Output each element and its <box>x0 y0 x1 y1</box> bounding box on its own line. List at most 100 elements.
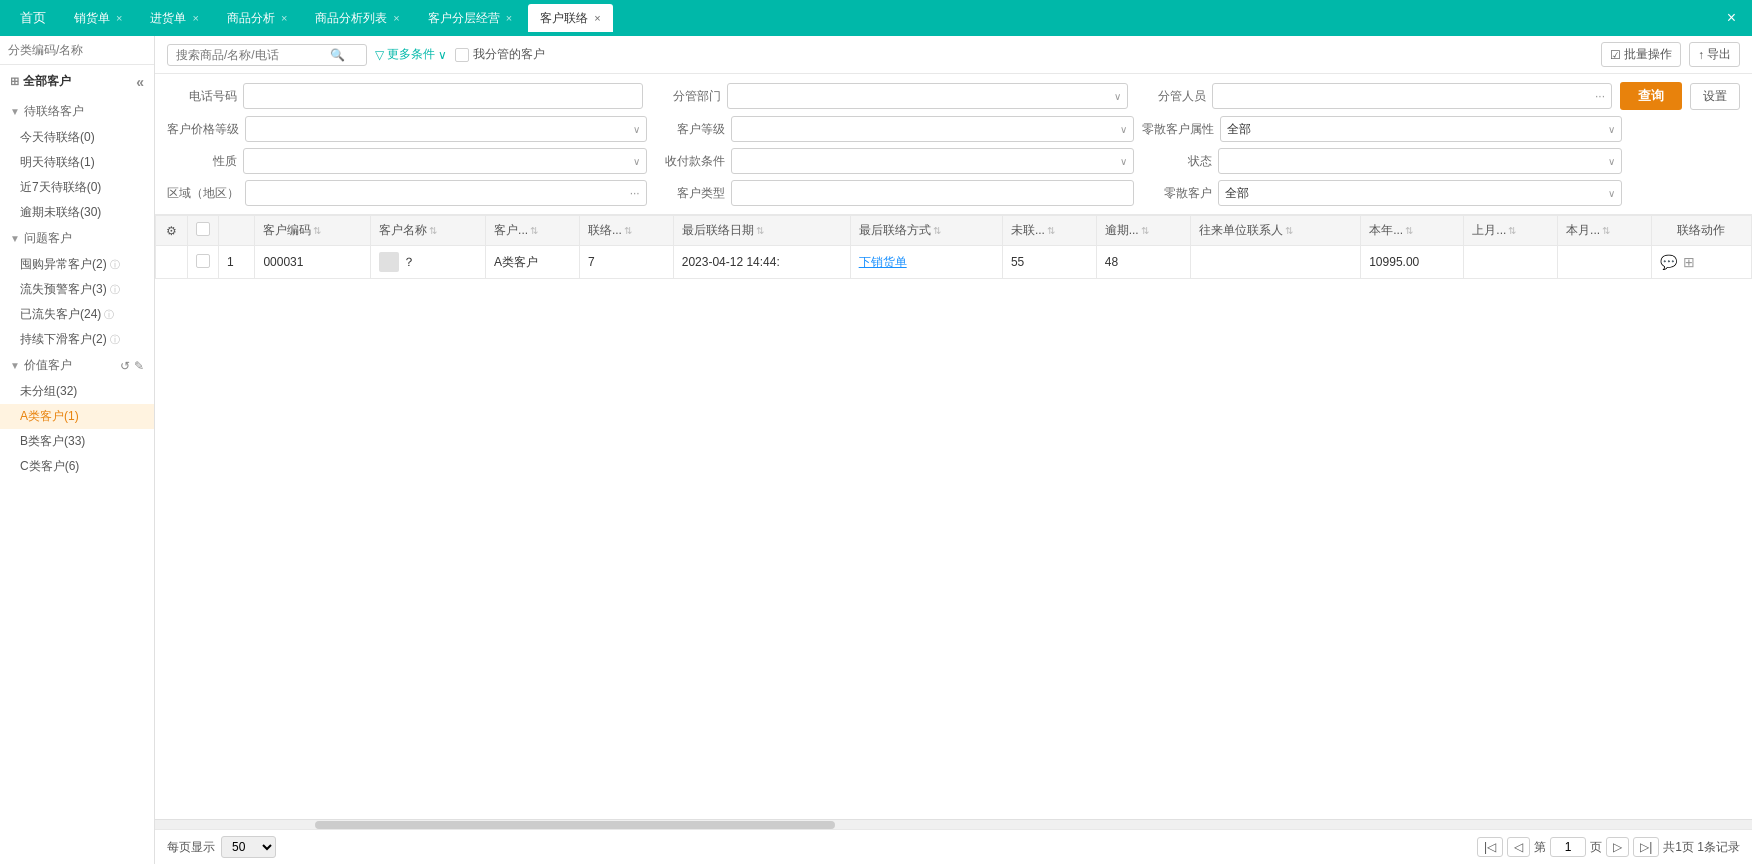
col-this-year[interactable]: 本年...⇅ <box>1361 216 1464 246</box>
grid-action-icon[interactable]: ⊞ <box>1683 254 1695 270</box>
nav-tab-customer-mgmt[interactable]: 客户分层经营 × <box>416 4 524 32</box>
filter-dept-select[interactable]: ∨ <box>727 83 1127 109</box>
retail-arrow-icon: ∨ <box>1608 188 1615 199</box>
per-page-label: 每页显示 <box>167 839 215 856</box>
nav-tab-customer-mgmt-close[interactable]: × <box>506 12 512 24</box>
filter-nature-select[interactable]: ∨ <box>243 148 647 174</box>
sidebar-search-input[interactable] <box>8 43 155 57</box>
nav-tab-purchase-close[interactable]: × <box>192 12 198 24</box>
col-name[interactable]: 客户名称⇅ <box>370 216 485 246</box>
edit-icon[interactable]: ✎ <box>134 359 144 373</box>
price-arrow-icon: ∨ <box>633 124 640 135</box>
nav-tab-purchase-label: 进货单 <box>150 10 186 27</box>
col-code[interactable]: 客户编码⇅ <box>255 216 370 246</box>
nav-tab-customer-contact[interactable]: 客户联络 × <box>528 4 612 32</box>
last-page-btn[interactable]: ▷| <box>1633 837 1659 857</box>
filter-customer-type-input[interactable] <box>731 180 1135 206</box>
nav-home[interactable]: 首页 <box>8 4 58 32</box>
filter-price-level-select[interactable]: ∨ <box>245 116 647 142</box>
cell-check[interactable] <box>188 246 219 279</box>
col-last-month[interactable]: 上月...⇅ <box>1464 216 1558 246</box>
cell-last-method[interactable]: 下销货单 <box>850 246 1002 279</box>
filter-customer-level-select[interactable]: ∨ <box>731 116 1135 142</box>
filter-status-select[interactable]: ∨ <box>1218 148 1622 174</box>
filter-region-select[interactable]: ··· <box>245 180 647 206</box>
adv-filter-row-4: 区域（地区） ··· 客户类型 零散客户 全部 ∨ <box>167 180 1740 206</box>
filter-payment: 收付款条件 ∨ <box>655 148 1135 174</box>
status-arrow-icon: ∨ <box>1608 156 1615 167</box>
export-button[interactable]: ↑ 导出 <box>1689 42 1740 67</box>
col-last-date[interactable]: 最后联络日期⇅ <box>673 216 850 246</box>
sidebar-item-unclassified[interactable]: 未分组(32) <box>0 379 154 404</box>
my-customer-checkbox[interactable] <box>455 48 469 62</box>
sidebar-section-problem[interactable]: ▼ 问题客户 <box>0 225 154 252</box>
col-contact[interactable]: 联络...⇅ <box>579 216 673 246</box>
my-customer-label: 我分管的客户 <box>473 46 545 63</box>
sidebar-item-class-a[interactable]: A类客户(1) <box>0 404 154 429</box>
filter-more-btn[interactable]: ▽ 更多条件 ∨ <box>375 46 447 63</box>
sidebar-item-declining[interactable]: 持续下滑客户(2) ⓘ <box>0 327 154 352</box>
sidebar-collapse-btn[interactable]: « <box>136 74 144 90</box>
page-number-input[interactable] <box>1550 837 1586 857</box>
filter-my-customer[interactable]: 我分管的客户 <box>455 46 545 63</box>
col-category[interactable]: 客户...⇅ <box>486 216 580 246</box>
uncontacted-sort-icon: ⇅ <box>1047 225 1055 236</box>
next-page-btn[interactable]: ▷ <box>1606 837 1629 857</box>
sidebar-item-churn-warning[interactable]: 流失预警客户(3) ⓘ <box>0 277 154 302</box>
filter-person-select[interactable]: ··· <box>1212 83 1612 109</box>
setting-button[interactable]: 设置 <box>1690 83 1740 110</box>
filter-phone-input[interactable] <box>243 83 643 109</box>
last-method-link[interactable]: 下销货单 <box>859 255 907 269</box>
col-overdue[interactable]: 逾期...⇅ <box>1096 216 1190 246</box>
nav-tab-purchase[interactable]: 进货单 × <box>138 4 210 32</box>
scrollbar-thumb[interactable] <box>315 821 835 829</box>
sidebar-item-class-b[interactable]: B类客户(33) <box>0 429 154 454</box>
message-icon[interactable]: 💬 <box>1660 254 1677 270</box>
filter-retail-attr-label: 零散客户属性 <box>1142 121 1214 138</box>
nav-tab-analysis[interactable]: 商品分析 × <box>215 4 299 32</box>
nav-tab-analysis-close[interactable]: × <box>281 12 287 24</box>
sidebar-section-value[interactable]: ▼ 价值客户 ↺ ✎ <box>0 352 154 379</box>
sidebar-item-tomorrow[interactable]: 明天待联络(1) <box>0 150 154 175</box>
filter-search-icon[interactable]: 🔍 <box>330 48 345 62</box>
nav-tab-sales[interactable]: 销货单 × <box>62 4 134 32</box>
per-page-select[interactable]: 50 100 200 <box>221 836 276 858</box>
sidebar-item-7days[interactable]: 近7天待联络(0) <box>0 175 154 200</box>
nav-tab-customer-contact-close[interactable]: × <box>594 12 600 24</box>
sidebar-all-header: ⊞ 全部客户 « <box>0 65 154 98</box>
filter-payment-select[interactable]: ∨ <box>731 148 1135 174</box>
query-button[interactable]: 查询 <box>1620 82 1682 110</box>
page-label-suffix: 页 <box>1590 839 1602 856</box>
check-all-checkbox[interactable] <box>196 222 210 236</box>
sidebar-item-hoarding[interactable]: 囤购异常客户(2) ⓘ <box>0 252 154 277</box>
batch-op-button[interactable]: ☑ 批量操作 <box>1601 42 1681 67</box>
sidebar-item-churned[interactable]: 已流失客户(24) ⓘ <box>0 302 154 327</box>
sidebar-section-pending[interactable]: ▼ 待联络客户 <box>0 98 154 125</box>
this-month-sort-icon: ⇅ <box>1602 225 1610 236</box>
first-page-btn[interactable]: |◁ <box>1477 837 1503 857</box>
col-this-month[interactable]: 本月...⇅ <box>1558 216 1652 246</box>
col-uncontacted[interactable]: 未联...⇅ <box>1002 216 1096 246</box>
row-checkbox[interactable] <box>196 254 210 268</box>
nav-tab-sales-close[interactable]: × <box>116 12 122 24</box>
filter-retail-select[interactable]: 全部 ∨ <box>1218 180 1622 206</box>
sidebar-item-class-c[interactable]: C类客户(6) <box>0 454 154 479</box>
nav-tab-analysis-list[interactable]: 商品分析列表 × <box>303 4 411 32</box>
info-icon-3: ⓘ <box>104 308 114 322</box>
last-method-sort-icon: ⇅ <box>933 225 941 236</box>
refresh-icon[interactable]: ↺ <box>120 359 130 373</box>
filter-search-input[interactable] <box>176 48 326 62</box>
prev-page-btn[interactable]: ◁ <box>1507 837 1530 857</box>
close-all-button[interactable]: × <box>1719 9 1744 27</box>
nav-tab-analysis-list-close[interactable]: × <box>393 12 399 24</box>
col-unit-contact[interactable]: 往来单位联系人⇅ <box>1190 216 1361 246</box>
col-last-method[interactable]: 最后联络方式⇅ <box>850 216 1002 246</box>
adv-filter-row-1: 电话号码 分管部门 ∨ 分管人员 ··· 查 <box>167 82 1740 110</box>
filter-retail-attr-select[interactable]: 全部 ∨ <box>1220 116 1622 142</box>
sidebar-item-overdue[interactable]: 逾期未联络(30) <box>0 200 154 225</box>
cell-gear <box>156 246 188 279</box>
col-gear[interactable]: ⚙ <box>156 216 188 246</box>
col-check-all[interactable] <box>188 216 219 246</box>
sidebar-item-today[interactable]: 今天待联络(0) <box>0 125 154 150</box>
filter-phone: 电话号码 <box>167 83 643 109</box>
